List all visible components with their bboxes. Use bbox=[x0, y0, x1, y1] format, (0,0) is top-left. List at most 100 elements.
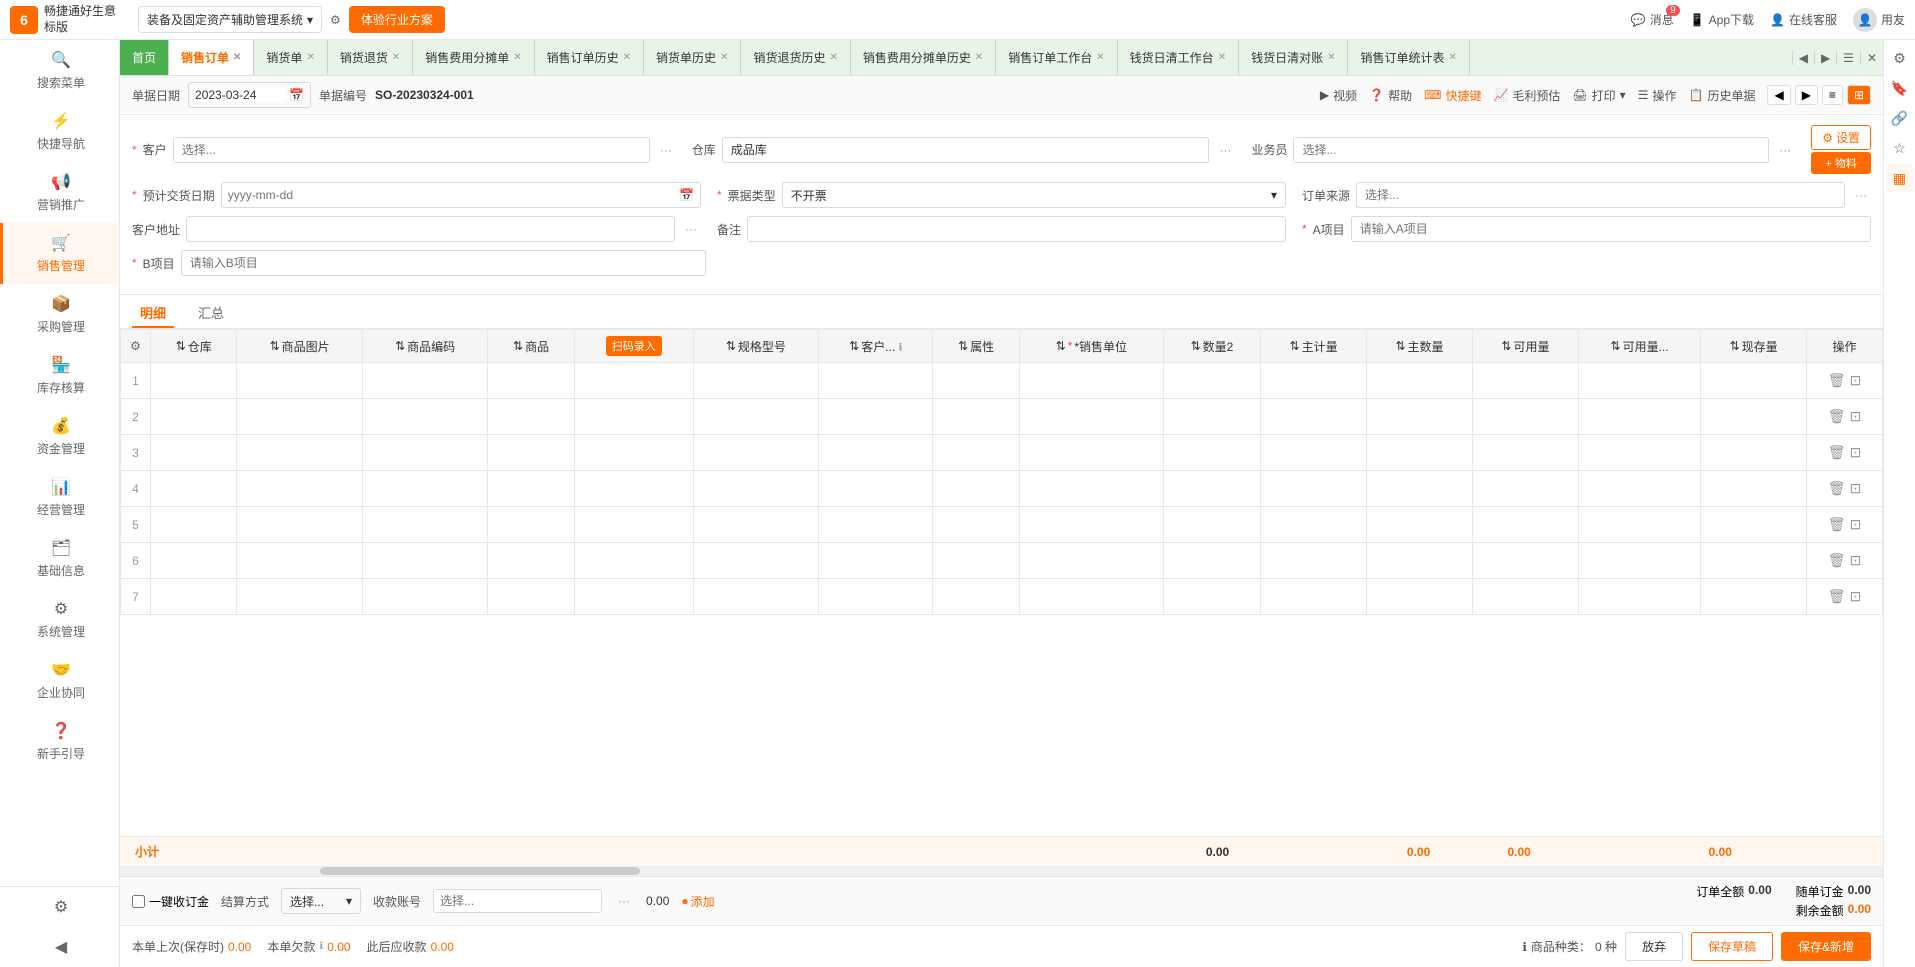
cell-available2[interactable] bbox=[1578, 471, 1700, 507]
tab-close-sales-return-history[interactable]: ✕ bbox=[720, 52, 728, 63]
sidebar-collapse-btn[interactable]: ◀ bbox=[0, 927, 119, 967]
tab-close-daily-clear[interactable]: ✕ bbox=[1218, 52, 1226, 63]
cell-main-qty[interactable] bbox=[1367, 579, 1473, 615]
cell-code[interactable] bbox=[362, 543, 487, 579]
cell-code[interactable] bbox=[362, 399, 487, 435]
cell-current[interactable] bbox=[1701, 363, 1807, 399]
cell-qty2[interactable] bbox=[1163, 363, 1260, 399]
cell-main-qty[interactable] bbox=[1367, 543, 1473, 579]
cell-attribute[interactable] bbox=[933, 435, 1019, 471]
cell-main-qty[interactable] bbox=[1367, 507, 1473, 543]
tab-sales-fee[interactable]: 销售费用分摊单 ✕ bbox=[413, 40, 534, 75]
cell-main-unit[interactable] bbox=[1261, 399, 1367, 435]
copy-row-btn[interactable]: ⊡ bbox=[1850, 408, 1862, 425]
cell-warehouse[interactable] bbox=[151, 579, 237, 615]
right-bookmark-icon[interactable]: 🔖 bbox=[1886, 74, 1914, 102]
cell-customer-code[interactable] bbox=[819, 363, 933, 399]
warehouse-expand-btn[interactable]: ··· bbox=[1215, 143, 1235, 157]
shortcut-btn[interactable]: ⌨ 快捷键 bbox=[1424, 87, 1481, 104]
cell-attribute[interactable] bbox=[933, 543, 1019, 579]
tab-close-all-button[interactable]: ✕ bbox=[1860, 51, 1883, 65]
cell-unit[interactable] bbox=[1019, 363, 1163, 399]
col-unit[interactable]: ⇅ **销售单位 bbox=[1019, 330, 1163, 363]
cell-spec[interactable] bbox=[693, 507, 818, 543]
col-current[interactable]: ⇅ 现存量 bbox=[1701, 330, 1807, 363]
right-link-icon[interactable]: 🔗 bbox=[1886, 104, 1914, 132]
cell-current[interactable] bbox=[1701, 579, 1807, 615]
tab-close-sales-return[interactable]: ✕ bbox=[306, 52, 314, 63]
col-qty2[interactable]: ⇅ 数量2 bbox=[1163, 330, 1260, 363]
right-barcode-icon[interactable]: ▦ bbox=[1886, 164, 1914, 192]
settings-button[interactable]: ⚙ 设置 bbox=[1811, 125, 1871, 150]
cell-available[interactable] bbox=[1472, 579, 1578, 615]
customer-input[interactable] bbox=[173, 137, 650, 163]
cell-available2[interactable] bbox=[1578, 579, 1700, 615]
cell-attribute[interactable] bbox=[933, 579, 1019, 615]
cell-image[interactable] bbox=[237, 543, 362, 579]
next-record-btn[interactable]: ▶ bbox=[1795, 85, 1818, 105]
cell-available[interactable] bbox=[1472, 435, 1578, 471]
tab-close-daily-reconcile[interactable]: ✕ bbox=[1327, 52, 1335, 63]
copy-row-btn[interactable]: ⊡ bbox=[1850, 552, 1862, 569]
address-input[interactable] bbox=[186, 216, 675, 242]
cell-scan[interactable] bbox=[574, 579, 693, 615]
col-main-qty[interactable]: ⇅ 主数量 bbox=[1367, 330, 1473, 363]
prev-record-btn[interactable]: ◀ bbox=[1767, 85, 1790, 105]
cell-goods[interactable] bbox=[488, 507, 574, 543]
list-view-btn[interactable]: ≡ bbox=[1822, 85, 1843, 105]
cell-warehouse[interactable] bbox=[151, 399, 237, 435]
print-btn[interactable]: 🖨 打印 ▾ bbox=[1572, 87, 1625, 104]
tab-sales-stats[interactable]: 销售订单统计表 ✕ bbox=[1348, 40, 1469, 75]
cell-goods[interactable] bbox=[488, 363, 574, 399]
sidebar-item-enterprise[interactable]: 🤝 企业协同 bbox=[0, 650, 119, 711]
cell-available[interactable] bbox=[1472, 471, 1578, 507]
warehouse-input[interactable] bbox=[722, 137, 1210, 163]
order-source-input[interactable] bbox=[1356, 182, 1845, 208]
cell-goods[interactable] bbox=[488, 435, 574, 471]
col-main-unit[interactable]: ⇅ 主计量 bbox=[1261, 330, 1367, 363]
project-a-input[interactable] bbox=[1351, 216, 1871, 242]
scrollbar-thumb[interactable] bbox=[320, 867, 640, 875]
user-avatar[interactable]: 👤 用友 bbox=[1853, 8, 1905, 32]
delete-row-btn[interactable]: 🗑 bbox=[1828, 480, 1846, 497]
cell-scan[interactable] bbox=[574, 399, 693, 435]
cell-main-unit[interactable] bbox=[1261, 579, 1367, 615]
cell-attribute[interactable] bbox=[933, 507, 1019, 543]
cell-image[interactable] bbox=[237, 399, 362, 435]
cell-unit[interactable] bbox=[1019, 507, 1163, 543]
cell-warehouse[interactable] bbox=[151, 543, 237, 579]
right-settings-icon[interactable]: ⚙ bbox=[1886, 44, 1914, 72]
cell-available[interactable] bbox=[1472, 399, 1578, 435]
horizontal-scrollbar[interactable] bbox=[120, 866, 1883, 876]
cell-image[interactable] bbox=[237, 471, 362, 507]
cell-spec[interactable] bbox=[693, 435, 818, 471]
col-available2[interactable]: ⇅ 可用量... bbox=[1578, 330, 1700, 363]
cell-current[interactable] bbox=[1701, 399, 1807, 435]
delete-row-btn[interactable]: 🗑 bbox=[1828, 372, 1846, 389]
operation-btn[interactable]: ☰ 操作 bbox=[1638, 87, 1677, 104]
right-star-icon[interactable]: ☆ bbox=[1886, 134, 1914, 162]
cell-scan[interactable] bbox=[574, 363, 693, 399]
tab-order-history[interactable]: 销售订单历史 ✕ bbox=[535, 40, 644, 75]
cell-main-qty[interactable] bbox=[1367, 435, 1473, 471]
tab-close-order-history[interactable]: ✕ bbox=[623, 52, 631, 63]
date-input[interactable] bbox=[195, 88, 285, 102]
col-spec[interactable]: ⇅ 规格型号 bbox=[693, 330, 818, 363]
delivery-date-input[interactable] bbox=[228, 188, 675, 202]
cell-code[interactable] bbox=[362, 507, 487, 543]
cell-main-qty[interactable] bbox=[1367, 471, 1473, 507]
cell-goods[interactable] bbox=[488, 471, 574, 507]
data-table-wrapper[interactable]: ⚙ ⇅ 仓库 ⇅ 商品图片 ⇅ 商品编码 ⇅ 商品 扫码录入 ⇅ 规格型号 ⇅ … bbox=[120, 329, 1883, 836]
tab-sales-return-history[interactable]: 销货单历史 ✕ bbox=[644, 40, 741, 75]
cell-qty2[interactable] bbox=[1163, 579, 1260, 615]
cell-main-qty[interactable] bbox=[1367, 363, 1473, 399]
delete-row-btn[interactable]: 🗑 bbox=[1828, 516, 1846, 533]
tab-close-return-goods[interactable]: ✕ bbox=[392, 52, 400, 63]
cell-scan[interactable] bbox=[574, 543, 693, 579]
copy-row-btn[interactable]: ⊡ bbox=[1850, 516, 1862, 533]
cell-customer-code[interactable] bbox=[819, 471, 933, 507]
cell-customer-code[interactable] bbox=[819, 399, 933, 435]
cell-available[interactable] bbox=[1472, 543, 1578, 579]
cell-unit[interactable] bbox=[1019, 471, 1163, 507]
staff-expand-btn[interactable]: ··· bbox=[1775, 143, 1795, 157]
